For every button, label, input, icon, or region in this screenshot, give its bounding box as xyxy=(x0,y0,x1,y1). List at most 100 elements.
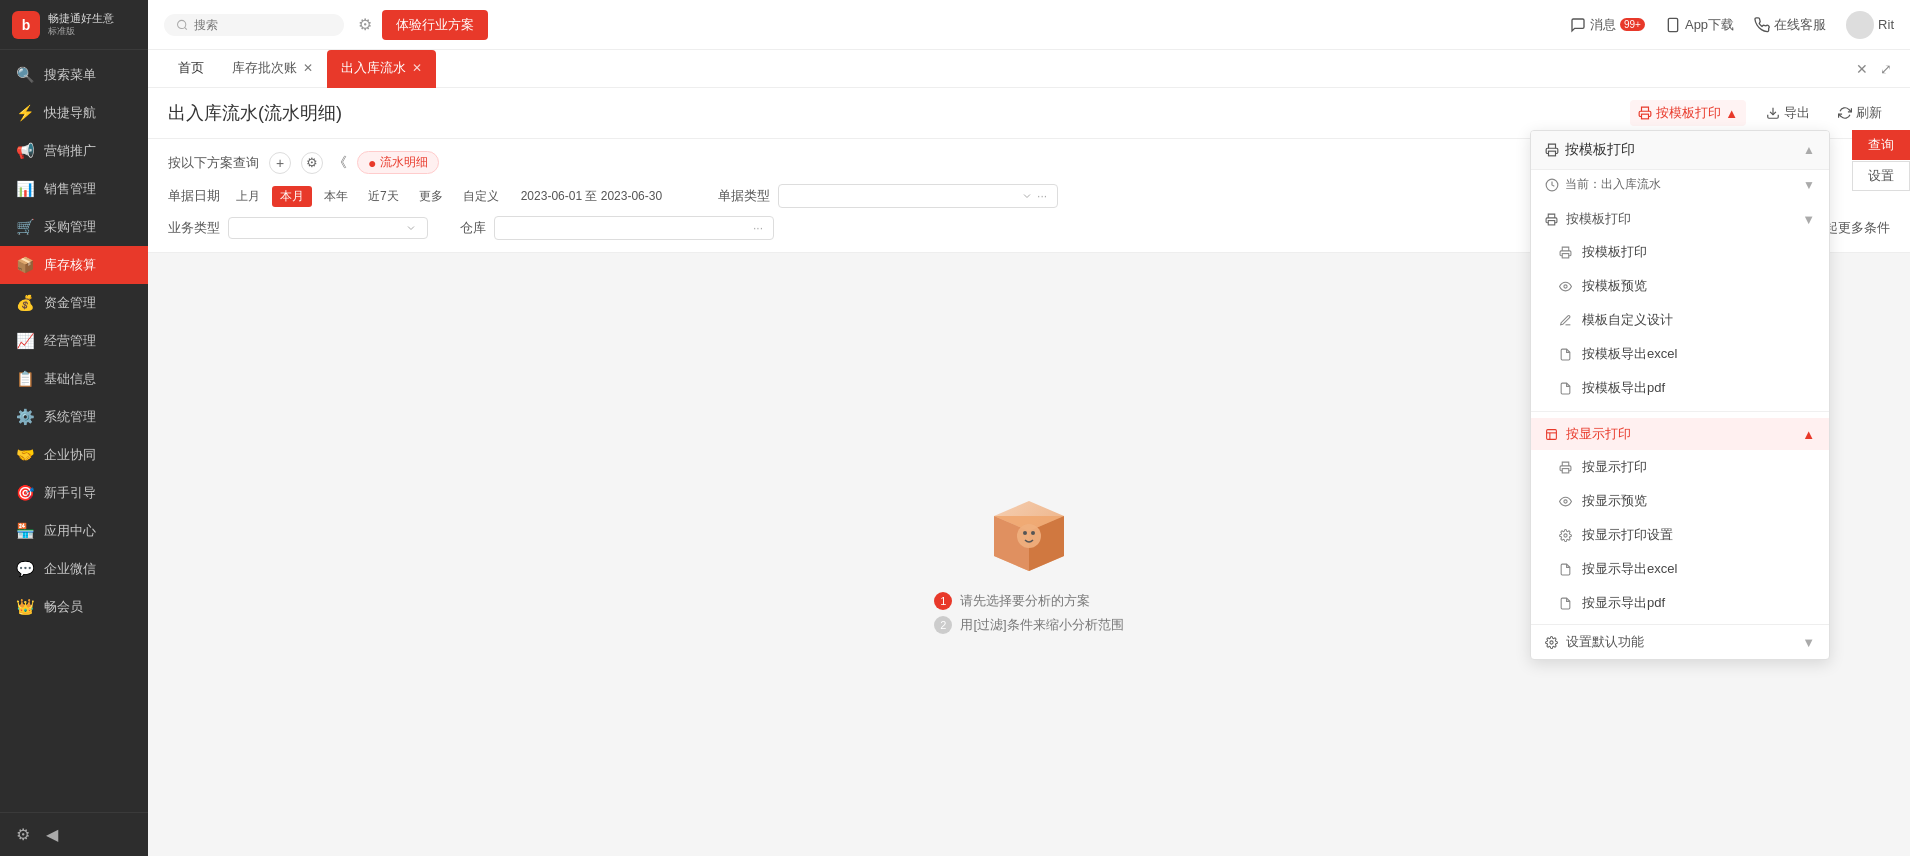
sidebar-item-system[interactable]: ⚙️ 系统管理 xyxy=(0,398,148,436)
template-excel-label: 按模板导出excel xyxy=(1582,345,1677,363)
empty-illustration xyxy=(974,476,1084,576)
dropdown-footer[interactable]: 设置默认功能 ▼ xyxy=(1531,624,1829,659)
export-icon xyxy=(1766,106,1780,120)
active-filter-tag[interactable]: ● 流水明细 xyxy=(357,151,439,174)
date-tab-more[interactable]: 更多 xyxy=(411,186,451,207)
refresh-button[interactable]: 刷新 xyxy=(1830,100,1890,126)
sidebar-settings-icon[interactable]: ⚙ xyxy=(16,825,30,844)
tab-home[interactable]: 首页 xyxy=(164,50,218,88)
sidebar-item-search[interactable]: 🔍 搜索菜单 xyxy=(0,56,148,94)
sidebar-item-purchase[interactable]: 🛒 采购管理 xyxy=(0,208,148,246)
template-preview-item[interactable]: 按模板预览 xyxy=(1531,269,1829,303)
filter-collapse-icon[interactable]: 《 xyxy=(333,154,347,172)
date-tab-last-month[interactable]: 上月 xyxy=(228,186,268,207)
print-template-button[interactable]: 按模板打印 ▲ xyxy=(1630,100,1746,126)
quick-nav-icon: ⚡ xyxy=(16,104,34,122)
sidebar-item-basic[interactable]: 📋 基础信息 xyxy=(0,360,148,398)
display-preview-label: 按显示预览 xyxy=(1582,492,1647,510)
sidebar-item-operation[interactable]: 📈 经营管理 xyxy=(0,322,148,360)
window-close-btn[interactable]: ✕ xyxy=(1854,61,1870,77)
display-preview-item[interactable]: 按显示预览 xyxy=(1531,484,1829,518)
svg-rect-17 xyxy=(1547,429,1557,439)
operation-icon: 📈 xyxy=(16,332,34,350)
svg-rect-3 xyxy=(1642,114,1649,119)
window-maximize-btn[interactable]: ⤢ xyxy=(1878,61,1894,77)
query-button[interactable]: 查询 xyxy=(1852,130,1910,160)
template-section-arrow: ▼ xyxy=(1802,212,1815,227)
template-export-excel-item[interactable]: 按模板导出excel xyxy=(1531,337,1829,371)
display-export-excel-item[interactable]: 按显示导出excel xyxy=(1531,552,1829,586)
template-print-section: 按模板打印 ▼ 按模板打印 按模板预览 模板自定义设计 xyxy=(1531,199,1829,409)
message-button[interactable]: 消息 99+ xyxy=(1570,16,1645,34)
tab-batch-label: 库存批次账 xyxy=(232,59,297,77)
wechat-icon: 💬 xyxy=(16,560,34,578)
tab-batch-close[interactable]: ✕ xyxy=(303,61,313,75)
svg-rect-14 xyxy=(1548,220,1555,224)
online-service-button[interactable]: 在线客服 xyxy=(1754,16,1826,34)
sidebar-item-collab[interactable]: 🤝 企业协同 xyxy=(0,436,148,474)
display-section-arrow: ▲ xyxy=(1802,427,1815,442)
header-settings-icon[interactable]: ⚙ xyxy=(358,15,372,34)
sidebar-item-app-center[interactable]: 🏪 应用中心 xyxy=(0,512,148,550)
sidebar-label-quick-nav: 快捷导航 xyxy=(44,104,96,122)
display-print-item[interactable]: 按显示打印 xyxy=(1531,450,1829,484)
tab-flow[interactable]: 出入库流水 ✕ xyxy=(327,50,436,88)
empty-step-1: 1 请先选择要分析的方案 xyxy=(934,592,1123,610)
tab-flow-close[interactable]: ✕ xyxy=(412,61,422,75)
display-print-header[interactable]: 按显示打印 ▲ xyxy=(1531,418,1829,450)
filter-add-button[interactable]: + xyxy=(269,152,291,174)
date-tab-last-7[interactable]: 近7天 xyxy=(360,186,407,207)
download-icon xyxy=(1665,17,1681,33)
svg-point-23 xyxy=(1550,640,1553,643)
date-tab-custom[interactable]: 自定义 xyxy=(455,186,507,207)
marketing-icon: 📢 xyxy=(16,142,34,160)
sidebar-item-finance[interactable]: 💰 资金管理 xyxy=(0,284,148,322)
print-icon xyxy=(1638,106,1652,120)
warehouse-select[interactable]: ··· xyxy=(494,216,774,240)
app-download-button[interactable]: App下载 xyxy=(1665,16,1734,34)
display-print-section: 按显示打印 ▲ 按显示打印 按显示预览 按显示打印设置 xyxy=(1531,414,1829,624)
sidebar-item-wechat[interactable]: 💬 企业微信 xyxy=(0,550,148,588)
display-export-pdf-item[interactable]: 按显示导出pdf xyxy=(1531,586,1829,620)
template-custom-item[interactable]: 模板自定义设计 xyxy=(1531,303,1829,337)
sidebar-item-sales[interactable]: 📊 销售管理 xyxy=(0,170,148,208)
tpl-preview-icon xyxy=(1559,280,1572,293)
export-button[interactable]: 导出 xyxy=(1758,100,1818,126)
filter-settings-button[interactable]: ⚙ xyxy=(301,152,323,174)
tab-batch-account[interactable]: 库存批次账 ✕ xyxy=(218,50,327,88)
footer-settings-icon xyxy=(1545,636,1558,649)
sidebar-item-inventory[interactable]: 📦 库存核算 xyxy=(0,246,148,284)
sidebar-item-guide[interactable]: 🎯 新手引导 xyxy=(0,474,148,512)
message-icon xyxy=(1570,17,1586,33)
template-print-header[interactable]: 按模板打印 ▼ xyxy=(1531,203,1829,235)
biz-type-select[interactable] xyxy=(228,217,428,239)
current-arrow: ▼ xyxy=(1803,178,1815,192)
sidebar-item-quick-nav[interactable]: ⚡ 快捷导航 xyxy=(0,94,148,132)
refresh-icon xyxy=(1838,106,1852,120)
date-tab-current-year[interactable]: 本年 xyxy=(316,186,356,207)
dropdown-title: 按模板打印 xyxy=(1545,141,1635,159)
display-print-settings-item[interactable]: 按显示打印设置 xyxy=(1531,518,1829,552)
sidebar-item-member[interactable]: 👑 畅会员 xyxy=(0,588,148,626)
search-input[interactable] xyxy=(194,18,332,32)
header-search-box[interactable] xyxy=(164,14,344,36)
setting-button[interactable]: 设置 xyxy=(1852,161,1910,191)
sidebar-collapse-icon[interactable]: ◀ xyxy=(46,825,58,844)
date-tab-current-month[interactable]: 本月 xyxy=(272,186,312,207)
current-icon xyxy=(1545,178,1559,192)
user-avatar-button[interactable]: Rit xyxy=(1846,11,1894,39)
dropdown-header-arrow[interactable]: ▲ xyxy=(1803,143,1815,157)
app-badge: 标准版 xyxy=(48,25,114,38)
type-filter-field: 单据类型 ··· xyxy=(718,184,1058,208)
svg-rect-15 xyxy=(1562,253,1569,257)
disp-print-icon xyxy=(1559,461,1572,474)
svg-point-22 xyxy=(1564,533,1567,536)
template-export-pdf-item[interactable]: 按模板导出pdf xyxy=(1531,371,1829,405)
sidebar-item-marketing[interactable]: 📢 营销推广 xyxy=(0,132,148,170)
svg-rect-20 xyxy=(1562,468,1569,472)
type-select[interactable]: ··· xyxy=(778,184,1058,208)
template-print-item[interactable]: 按模板打印 xyxy=(1531,235,1829,269)
industry-button[interactable]: 体验行业方案 xyxy=(382,10,488,40)
tab-home-label: 首页 xyxy=(178,59,204,77)
right-action-panel: 查询 设置 xyxy=(1852,130,1910,191)
